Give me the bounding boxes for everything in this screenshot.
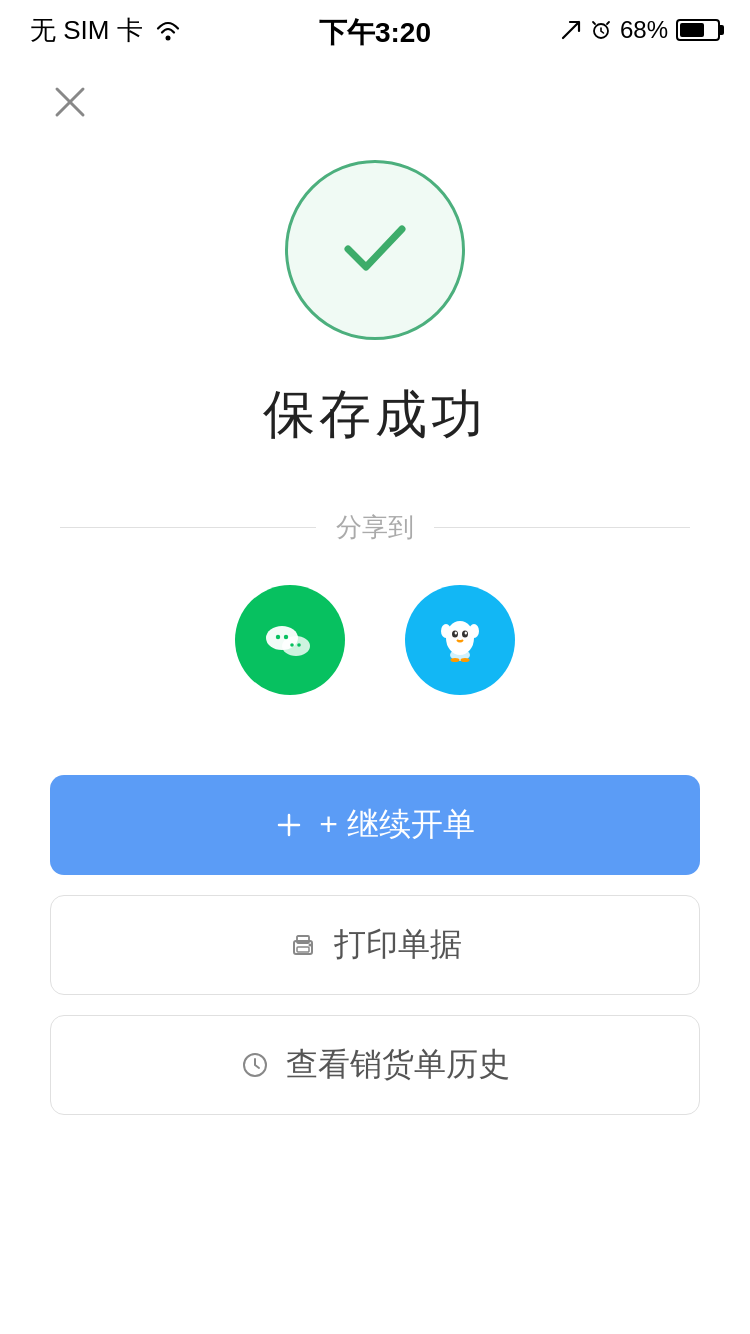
wechat-icon xyxy=(258,608,322,672)
svg-point-8 xyxy=(290,643,294,647)
status-time: 下午3:20 xyxy=(319,14,431,52)
svg-point-9 xyxy=(297,643,301,647)
success-circle xyxy=(285,160,465,340)
share-qq-button[interactable] xyxy=(405,585,515,695)
close-button[interactable] xyxy=(40,72,100,132)
divider-right xyxy=(434,527,690,528)
status-bar: 无 SIM 卡 下午3:20 68% xyxy=(0,0,750,60)
svg-point-15 xyxy=(441,624,451,638)
plus-icon xyxy=(275,811,303,839)
wifi-icon xyxy=(153,18,183,42)
divider-left xyxy=(60,527,316,528)
svg-point-0 xyxy=(165,36,170,41)
svg-point-19 xyxy=(461,658,470,662)
printer-icon xyxy=(288,930,318,960)
continue-label: + 继续开单 xyxy=(319,803,475,847)
history-label: 查看销货单历史 xyxy=(286,1043,510,1087)
carrier-text: 无 SIM 卡 xyxy=(30,13,143,48)
svg-point-6 xyxy=(276,635,280,639)
svg-point-13 xyxy=(455,632,457,635)
battery-fill xyxy=(680,23,704,37)
status-right: 68% xyxy=(560,16,720,44)
clock-icon xyxy=(240,1050,270,1080)
svg-point-16 xyxy=(469,624,479,638)
share-divider: 分享到 xyxy=(0,510,750,545)
share-wechat-button[interactable] xyxy=(235,585,345,695)
close-icon xyxy=(51,83,89,121)
print-button[interactable]: 打印单据 xyxy=(50,895,700,995)
alarm-icon xyxy=(590,19,612,41)
history-button[interactable]: 查看销货单历史 xyxy=(50,1015,700,1115)
svg-point-7 xyxy=(284,635,288,639)
svg-point-25 xyxy=(309,944,312,947)
main-content: 保存成功 分享到 xyxy=(0,60,750,1135)
share-icons-row xyxy=(235,585,515,695)
print-label: 打印单据 xyxy=(334,923,462,967)
status-left: 无 SIM 卡 xyxy=(30,13,183,48)
action-buttons: + 继续开单 打印单据 查看销货单历史 xyxy=(0,775,750,1115)
qq-icon xyxy=(428,608,492,672)
share-label: 分享到 xyxy=(316,510,434,545)
continue-button[interactable]: + 继续开单 xyxy=(50,775,700,875)
location-icon xyxy=(560,19,582,41)
svg-point-14 xyxy=(465,632,467,635)
svg-point-18 xyxy=(451,658,460,662)
battery-pct-text: 68% xyxy=(620,16,668,44)
battery-icon xyxy=(676,19,720,41)
success-title: 保存成功 xyxy=(263,380,487,450)
checkmark-icon xyxy=(330,203,420,297)
svg-rect-24 xyxy=(297,947,309,952)
